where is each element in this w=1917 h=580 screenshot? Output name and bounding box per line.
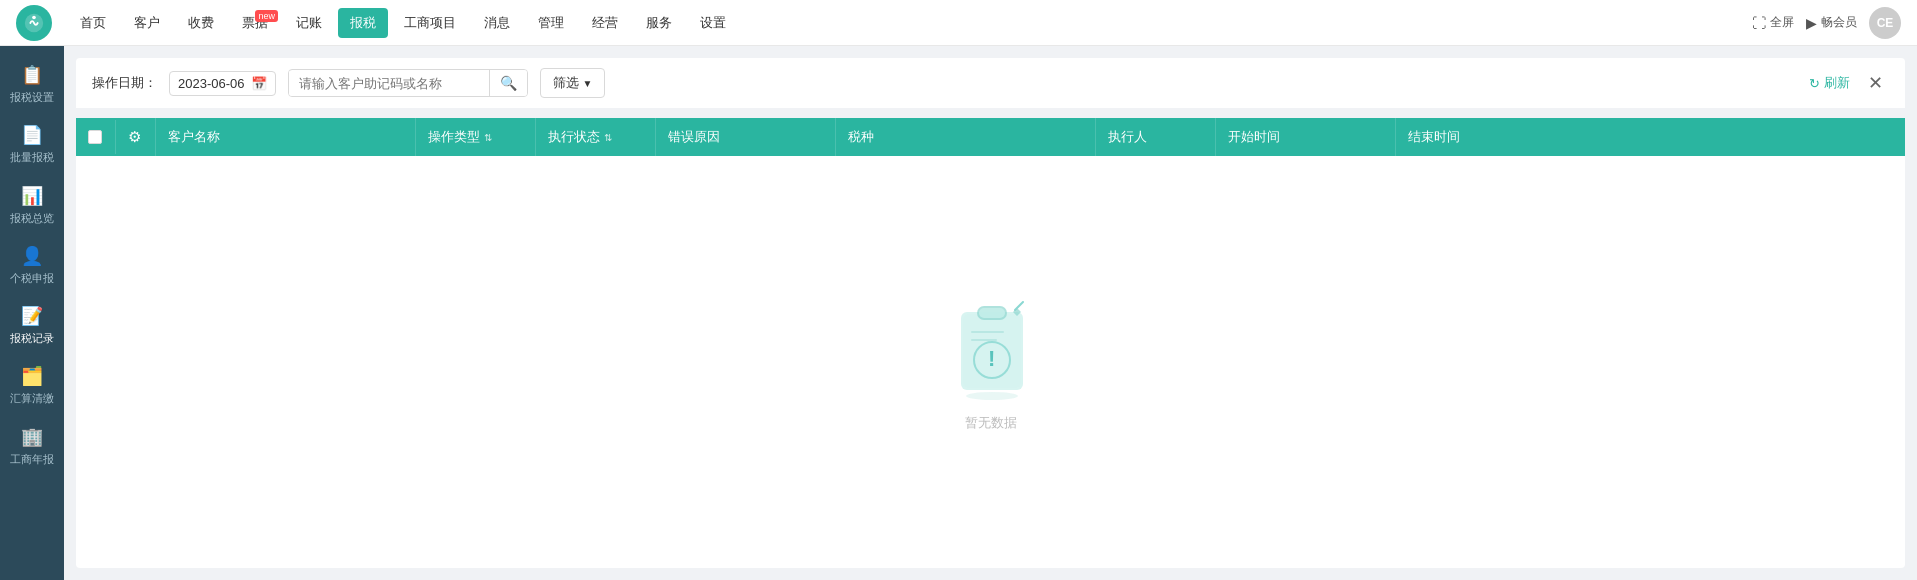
search-button[interactable]: 🔍 bbox=[489, 70, 527, 96]
th-label-6: 税种 bbox=[848, 128, 874, 146]
sidebar-icon-1: 📄 bbox=[21, 124, 43, 146]
empty-illustration: ! bbox=[941, 292, 1041, 402]
nav-item-经营[interactable]: 经营 bbox=[580, 8, 630, 38]
nav-item-票据[interactable]: 票据new bbox=[230, 8, 280, 38]
sidebar-label-2: 报税总览 bbox=[10, 211, 54, 225]
date-value: 2023-06-06 bbox=[178, 76, 245, 91]
date-picker[interactable]: 2023-06-06 📅 bbox=[169, 71, 276, 96]
svg-point-12 bbox=[966, 392, 1018, 400]
th-7: 执行人 bbox=[1096, 118, 1216, 156]
svg-point-1 bbox=[32, 15, 36, 19]
th-label-7: 执行人 bbox=[1108, 128, 1147, 146]
sidebar-icon-2: 📊 bbox=[21, 185, 43, 207]
sidebar-icon-0: 📋 bbox=[21, 64, 43, 86]
nav-item-设置[interactable]: 设置 bbox=[688, 8, 738, 38]
sidebar-icon-6: 🏢 bbox=[21, 426, 43, 448]
chevron-down-icon: ▼ bbox=[583, 78, 593, 89]
th-0 bbox=[76, 120, 116, 154]
nav-item-首页[interactable]: 首页 bbox=[68, 8, 118, 38]
sidebar-item-4[interactable]: 📝 报税记录 bbox=[0, 295, 64, 355]
member-btn[interactable]: ▶ 畅会员 bbox=[1806, 14, 1857, 31]
sidebar-icon-5: 🗂️ bbox=[21, 365, 43, 387]
sidebar-label-5: 汇算清缴 bbox=[10, 391, 54, 405]
content-area: 操作日期： 2023-06-06 📅 🔍 筛选 ▼ ↻ 刷新 ✕ ⚙ 客户名称 操作… bbox=[64, 46, 1917, 580]
nav-item-报税[interactable]: 报税 bbox=[338, 8, 388, 38]
toolbar: 操作日期： 2023-06-06 📅 🔍 筛选 ▼ ↻ 刷新 ✕ bbox=[76, 58, 1905, 108]
th-2: 客户名称 bbox=[156, 118, 416, 156]
calendar-icon: 📅 bbox=[251, 76, 267, 91]
fullscreen-label: 全屏 bbox=[1770, 14, 1794, 31]
nav-item-服务[interactable]: 服务 bbox=[634, 8, 684, 38]
th-label-2: 客户名称 bbox=[168, 128, 220, 146]
empty-state: ! 暂无数据 bbox=[941, 292, 1041, 432]
th-8: 开始时间 bbox=[1216, 118, 1396, 156]
sidebar: 📋 报税设置 📄 批量报税 📊 报税总览 👤 个税申报 📝 报税记录 🗂️ 汇算清缴 🏢 工商年报 bbox=[0, 46, 64, 580]
sidebar-label-0: 报税设置 bbox=[10, 90, 54, 104]
refresh-button[interactable]: ↻ 刷新 bbox=[1809, 74, 1850, 92]
date-label: 操作日期： bbox=[92, 74, 157, 92]
nav-item-客户[interactable]: 客户 bbox=[122, 8, 172, 38]
member-label: 畅会员 bbox=[1821, 14, 1857, 31]
fullscreen-icon: ⛶ bbox=[1752, 15, 1766, 31]
th-5: 错误原因 bbox=[656, 118, 836, 156]
main-layout: 📋 报税设置 📄 批量报税 📊 报税总览 👤 个税申报 📝 报税记录 🗂️ 汇算清缴 🏢 工商年报 操作日… bbox=[0, 46, 1917, 580]
sidebar-icon-4: 📝 bbox=[21, 305, 43, 327]
th-9: 结束时间 bbox=[1396, 118, 1536, 156]
sidebar-label-4: 报税记录 bbox=[10, 331, 54, 345]
search-box: 🔍 bbox=[288, 69, 528, 97]
sidebar-label-6: 工商年报 bbox=[10, 452, 54, 466]
fullscreen-btn[interactable]: ⛶ 全屏 bbox=[1752, 14, 1794, 31]
nav-item-工商项目[interactable]: 工商项目 bbox=[392, 8, 468, 38]
nav-item-记账[interactable]: 记账 bbox=[284, 8, 334, 38]
th-label-8: 开始时间 bbox=[1228, 128, 1280, 146]
refresh-icon: ↻ bbox=[1809, 76, 1820, 91]
svg-rect-5 bbox=[979, 308, 1005, 318]
sidebar-label-1: 批量报税 bbox=[10, 150, 54, 164]
sidebar-item-2[interactable]: 📊 报税总览 bbox=[0, 175, 64, 235]
th-4[interactable]: 执行状态 ⇅ bbox=[536, 118, 656, 156]
select-all-checkbox[interactable] bbox=[88, 130, 102, 144]
th-3[interactable]: 操作类型 ⇅ bbox=[416, 118, 536, 156]
nav-item-收费[interactable]: 收费 bbox=[176, 8, 226, 38]
sidebar-item-0[interactable]: 📋 报税设置 bbox=[0, 54, 64, 114]
th-1: ⚙ bbox=[116, 118, 156, 156]
empty-text: 暂无数据 bbox=[965, 414, 1017, 432]
filter-label: 筛选 bbox=[553, 74, 579, 92]
sidebar-item-6[interactable]: 🏢 工商年报 bbox=[0, 416, 64, 476]
table-container: ⚙ 客户名称 操作类型 ⇅ 执行状态 ⇅ 错误原因 税种 执行人 开始时间 结束时间 ! bbox=[76, 118, 1905, 568]
top-nav: 首页客户收费票据new记账报税工商项目消息管理经营服务设置 ⛶ 全屏 ▶ 畅会员… bbox=[0, 0, 1917, 46]
nav-item-管理[interactable]: 管理 bbox=[526, 8, 576, 38]
th-label-9: 结束时间 bbox=[1408, 128, 1460, 146]
sidebar-item-3[interactable]: 👤 个税申报 bbox=[0, 235, 64, 295]
th-label-4: 执行状态 bbox=[548, 128, 600, 146]
nav-items: 首页客户收费票据new记账报税工商项目消息管理经营服务设置 bbox=[68, 8, 1752, 38]
search-input[interactable] bbox=[289, 71, 489, 96]
nav-right: ⛶ 全屏 ▶ 畅会员 CE bbox=[1752, 7, 1901, 39]
table-header: ⚙ 客户名称 操作类型 ⇅ 执行状态 ⇅ 错误原因 税种 执行人 开始时间 结束时间 bbox=[76, 118, 1905, 156]
sort-icon-4[interactable]: ⇅ bbox=[604, 132, 612, 143]
video-icon: ▶ bbox=[1806, 15, 1817, 31]
close-button[interactable]: ✕ bbox=[1862, 70, 1889, 96]
sort-icon-3[interactable]: ⇅ bbox=[484, 132, 492, 143]
filter-button[interactable]: 筛选 ▼ bbox=[540, 68, 606, 98]
gear-icon[interactable]: ⚙ bbox=[128, 128, 141, 146]
sidebar-item-5[interactable]: 🗂️ 汇算清缴 bbox=[0, 355, 64, 415]
sidebar-icon-3: 👤 bbox=[21, 245, 43, 267]
logo[interactable] bbox=[16, 5, 52, 41]
th-6: 税种 bbox=[836, 118, 1096, 156]
sidebar-label-3: 个税申报 bbox=[10, 271, 54, 285]
svg-text:!: ! bbox=[988, 346, 995, 371]
th-label-5: 错误原因 bbox=[668, 128, 720, 146]
nav-item-消息[interactable]: 消息 bbox=[472, 8, 522, 38]
th-label-3: 操作类型 bbox=[428, 128, 480, 146]
avatar[interactable]: CE bbox=[1869, 7, 1901, 39]
table-body: ! 暂无数据 bbox=[76, 156, 1905, 568]
nav-badge: new bbox=[255, 10, 278, 23]
refresh-label: 刷新 bbox=[1824, 74, 1850, 92]
sidebar-item-1[interactable]: 📄 批量报税 bbox=[0, 114, 64, 174]
avatar-text: CE bbox=[1877, 16, 1894, 30]
